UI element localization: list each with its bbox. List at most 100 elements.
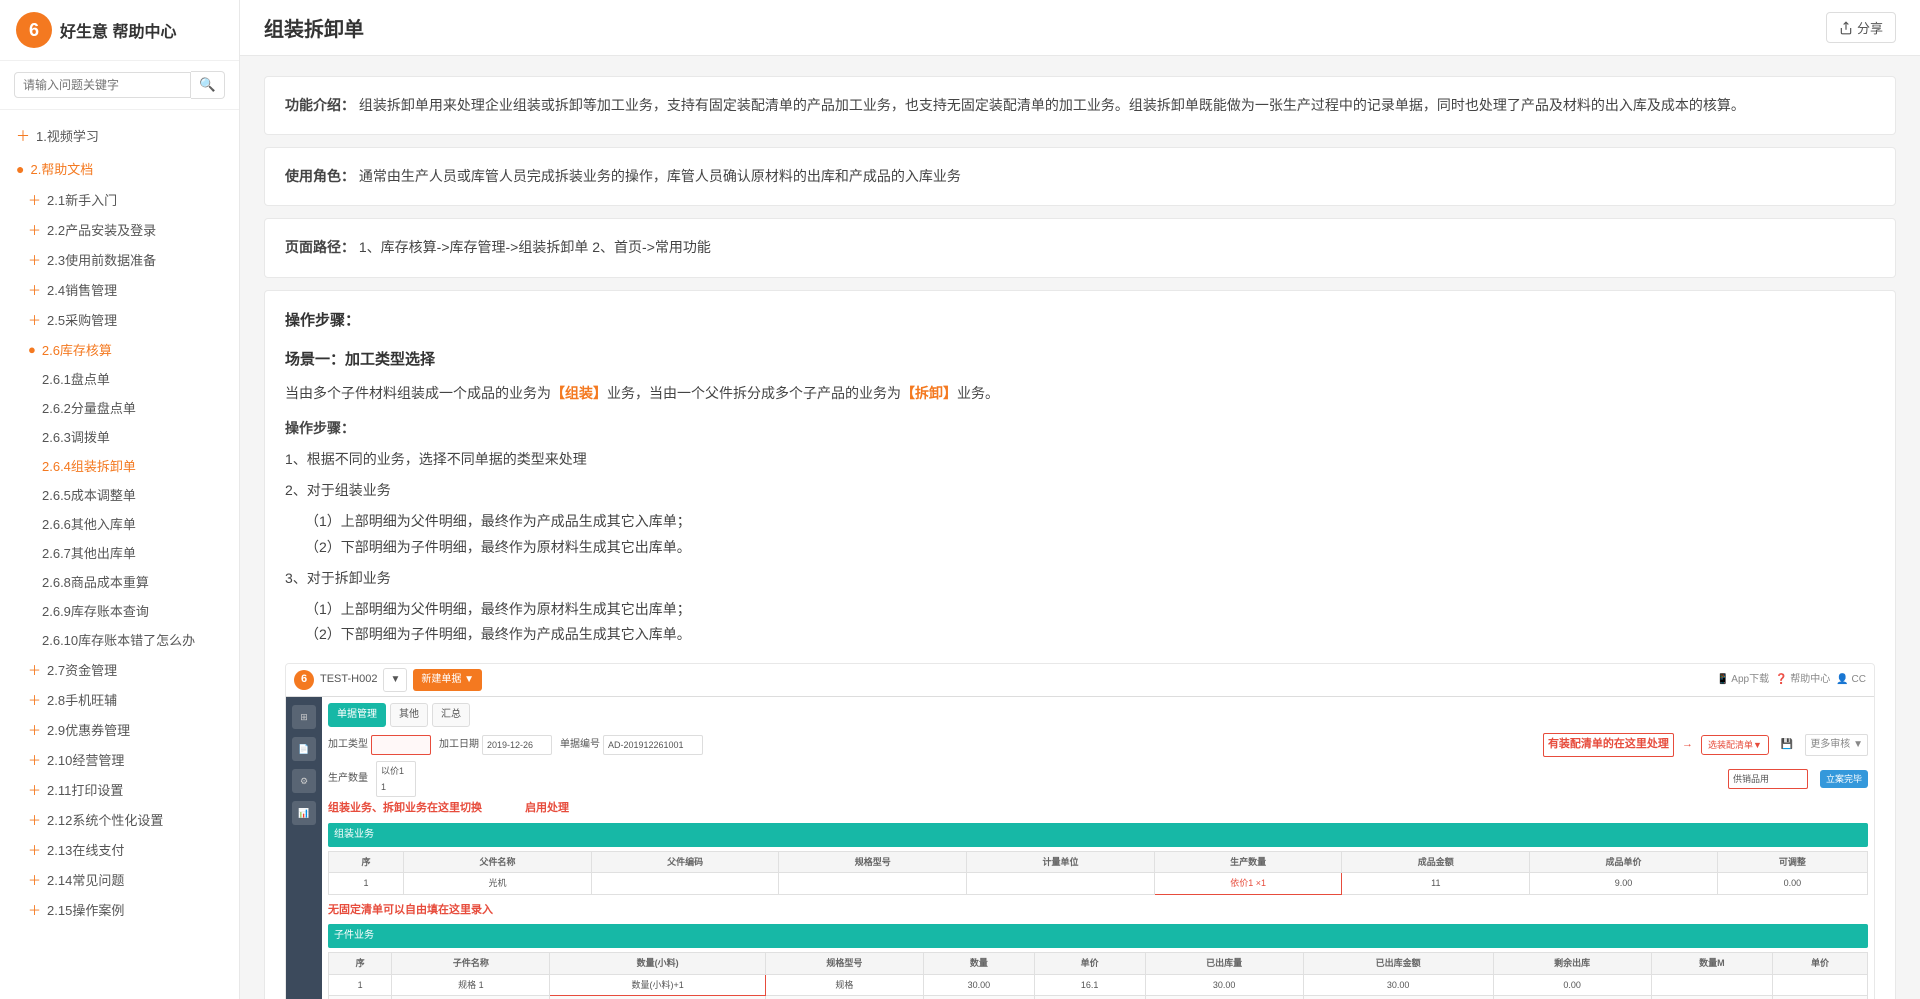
- expand-icon: ＋: [28, 280, 41, 299]
- ss-btn-batch: 选装配清单▼: [1701, 735, 1769, 755]
- sidebar-item-transfer[interactable]: 2.6.3调拨单: [0, 422, 239, 451]
- expand-icon: ＋: [28, 190, 41, 209]
- nav-group-newcomer: ＋ 2.1新手入门: [0, 185, 239, 214]
- ss-new-order-btn: 新建单据 ▼: [413, 669, 482, 691]
- scenario1-title: 场景一：加工类型选择: [285, 346, 1875, 373]
- sidebar-item-sub-stocktake[interactable]: 2.6.2分量盘点单: [0, 393, 239, 422]
- step3: 3、对于拆卸业务: [285, 566, 1875, 591]
- sidebar-item-print[interactable]: ＋ 2.11打印设置: [0, 775, 239, 804]
- expand-icon: ＋: [28, 660, 41, 679]
- sidebar-item-label: 2.2产品安装及登录: [47, 220, 156, 239]
- ss-th-code: 父件编码: [591, 852, 779, 873]
- intro-text: 组装拆卸单用来处理企业组装或拆卸等加工业务，支持有固定装配清单的产品加工业务，也…: [359, 97, 1745, 113]
- content-area: 功能介绍： 组装拆卸单用来处理企业组装或拆卸等加工业务，支持有固定装配清单的产品…: [240, 56, 1920, 999]
- ss-tabs: 单据管理 其他 汇总: [328, 703, 1868, 727]
- ss-annotation4: 无固定清单可以自由填在这里录入: [328, 904, 493, 916]
- collapse-icon: ●: [16, 162, 24, 176]
- sidebar-item-data-prep[interactable]: ＋ 2.3使用前数据准备: [0, 245, 239, 274]
- sidebar-item-install[interactable]: ＋ 2.2产品安装及登录: [0, 215, 239, 244]
- sidebar-item-label: 2.14常见问题: [47, 870, 124, 889]
- ss-ordernum-input: AD-201912261001: [603, 735, 703, 755]
- ss-annotation-area: 组装业务、拆卸业务在这里切换 启用处理: [328, 799, 1868, 819]
- nav-group-sales: ＋ 2.4销售管理: [0, 275, 239, 304]
- ss-supplier-input: 供销品用: [1728, 769, 1808, 789]
- search-input[interactable]: [14, 72, 191, 98]
- ss-icons: 📱 App下载 ❓ 帮助中心 👤 CC: [1717, 671, 1866, 689]
- ss-nav-home: ⊞: [292, 705, 316, 729]
- nav-group-print: ＋ 2.11打印设置: [0, 775, 239, 804]
- logo-text: 好生意 帮助中心: [60, 18, 176, 42]
- ss-th-unit: 计量单位: [967, 852, 1155, 873]
- ss-table2: 序 子件名称 数量(小料) 规格型号 数量 单价 已出库量 已出库金额 剩余出库: [328, 952, 1868, 999]
- sidebar-item-stocktake[interactable]: 2.6.1盘点单: [0, 364, 239, 393]
- sidebar-item-mobile[interactable]: ＋ 2.8手机旺辅: [0, 685, 239, 714]
- sidebar-item-other-in[interactable]: 2.6.6其他入库单: [0, 509, 239, 538]
- sidebar-item-operations[interactable]: ＋ 2.10经营管理: [0, 745, 239, 774]
- intro-card: 功能介绍： 组装拆卸单用来处理企业组装或拆卸等加工业务，支持有固定装配清单的产品…: [264, 76, 1896, 135]
- ss-th-qty: 生产数量: [1154, 852, 1342, 873]
- ss-more-btn: 更多审核 ▼: [1805, 734, 1868, 756]
- sidebar-item-label: 1.视频学习: [36, 126, 99, 145]
- ss-field-ordernum: 单据编号 AD-201912261001: [560, 735, 703, 755]
- nav-group-video: ＋ 1.视频学习: [0, 120, 239, 151]
- table-row: 1 规格 1 数量(小料)+1 规格 30.00 16.1 30.00 30.0…: [329, 974, 1868, 995]
- nav-group-docs: ● 2.帮助文档 ＋ 2.1新手入门 ＋ 2.2产品安装及登录: [0, 153, 239, 924]
- ss-topbar: 6 TEST-H002 ▼ 新建单据 ▼ 📱 App下载 ❓ 帮助中心 👤 CC: [286, 664, 1874, 697]
- table-row: 2 规格 2 30.00 0.00 0.00: [329, 995, 1868, 999]
- sidebar-item-label: 2.3使用前数据准备: [47, 250, 156, 269]
- path-card: 页面路径： 1、库存核算->库存管理->组装拆卸单 2、首页->常用功能: [264, 218, 1896, 277]
- ss-tab-other: 其他: [390, 703, 428, 727]
- sidebar-item-docs[interactable]: ● 2.帮助文档: [0, 153, 239, 184]
- nav-group-install: ＋ 2.2产品安装及登录: [0, 215, 239, 244]
- sidebar-item-assembly[interactable]: 2.6.4组装拆卸单: [0, 451, 239, 480]
- sidebar-item-customize[interactable]: ＋ 2.12系统个性化设置: [0, 805, 239, 834]
- ss-form-row1: 加工类型 加工日期 2019-12-26 单据编号 AD-20191226100: [328, 733, 1868, 757]
- sidebar-item-label: 2.10经营管理: [47, 750, 124, 769]
- top-bar: 组装拆卸单 分享: [240, 0, 1920, 56]
- expand-icon: ＋: [28, 870, 41, 889]
- expand-icon: ＋: [28, 690, 41, 709]
- docs-children: ＋ 2.1新手入门 ＋ 2.2产品安装及登录 ＋ 2.3使用前数据准备: [0, 185, 239, 924]
- sidebar-item-other-out[interactable]: 2.6.7其他出库单: [0, 538, 239, 567]
- ss-ordernum-label: 单据编号: [560, 736, 600, 754]
- main-area: 组装拆卸单 分享 功能介绍： 组装拆卸单用来处理企业组装或拆卸等加工业务，支持有…: [240, 0, 1920, 999]
- sidebar-item-label: 2.9优惠券管理: [47, 720, 130, 739]
- sidebar-item-online-pay[interactable]: ＋ 2.13在线支付: [0, 835, 239, 864]
- sidebar-item-purchase[interactable]: ＋ 2.5采购管理: [0, 305, 239, 334]
- nav-group-operations: ＋ 2.10经营管理: [0, 745, 239, 774]
- sidebar-item-inventory[interactable]: ● 2.6库存核算: [0, 335, 239, 364]
- sidebar-item-cases[interactable]: ＋ 2.15操作案例: [0, 895, 239, 924]
- sidebar-item-inv-query[interactable]: 2.6.9库存账本查询: [0, 596, 239, 625]
- sidebar-item-video[interactable]: ＋ 1.视频学习: [0, 120, 239, 151]
- expand-icon: ＋: [28, 780, 41, 799]
- fake-screenshot: 6 TEST-H002 ▼ 新建单据 ▼ 📱 App下载 ❓ 帮助中心 👤 CC: [286, 664, 1874, 999]
- nav-group-purchase: ＋ 2.5采购管理: [0, 305, 239, 334]
- nav-group-cases: ＋ 2.15操作案例: [0, 895, 239, 924]
- nav-group-data-prep: ＋ 2.3使用前数据准备: [0, 245, 239, 274]
- table-row: 1 光机 依价1 ×1 11 9.00 0.00: [329, 873, 1868, 894]
- sidebar-item-sales[interactable]: ＋ 2.4销售管理: [0, 275, 239, 304]
- sidebar-item-goods-cost[interactable]: 2.6.8商品成本重算: [0, 567, 239, 596]
- expand-icon: ＋: [16, 129, 30, 143]
- role-label: 使用角色：: [285, 168, 355, 184]
- share-button[interactable]: 分享: [1826, 12, 1896, 43]
- ss-sidebar: ⊞ 📄 ⚙ 📊: [286, 697, 322, 999]
- sidebar-item-label: 2.7资金管理: [47, 660, 117, 679]
- nav-group-coupon: ＋ 2.9优惠券管理: [0, 715, 239, 744]
- search-button[interactable]: 🔍: [191, 71, 225, 99]
- sidebar-item-coupon[interactable]: ＋ 2.9优惠券管理: [0, 715, 239, 744]
- ss-th-price: 成品单价: [1530, 852, 1718, 873]
- sidebar-item-label: 2.1新手入门: [47, 190, 117, 209]
- step2-sub2: （2）下部明细为子件明细，最终作为原材料生成其它出库单。: [305, 535, 1875, 560]
- ops-card: 操作步骤： 场景一：加工类型选择 当由多个子件材料组装成一个成品的业务为【组装】…: [264, 290, 1896, 999]
- sidebar-item-finance[interactable]: ＋ 2.7资金管理: [0, 655, 239, 684]
- sidebar-item-inv-error[interactable]: 2.6.10库存账本错了怎么办: [0, 625, 239, 654]
- sidebar-item-newcomer[interactable]: ＋ 2.1新手入门: [0, 185, 239, 214]
- sidebar-item-cost-adjust[interactable]: 2.6.5成本调整单: [0, 480, 239, 509]
- role-card: 使用角色： 通常由生产人员或库管人员完成拆装业务的操作，库管人员确认原材料的出库…: [264, 147, 1896, 206]
- nav-group-online-pay: ＋ 2.13在线支付: [0, 835, 239, 864]
- expand-icon: ＋: [28, 310, 41, 329]
- sidebar-item-label: 2.4销售管理: [47, 280, 117, 299]
- sidebar-item-faq[interactable]: ＋ 2.14常见问题: [0, 865, 239, 894]
- sidebar-item-label: 2.13在线支付: [47, 840, 124, 859]
